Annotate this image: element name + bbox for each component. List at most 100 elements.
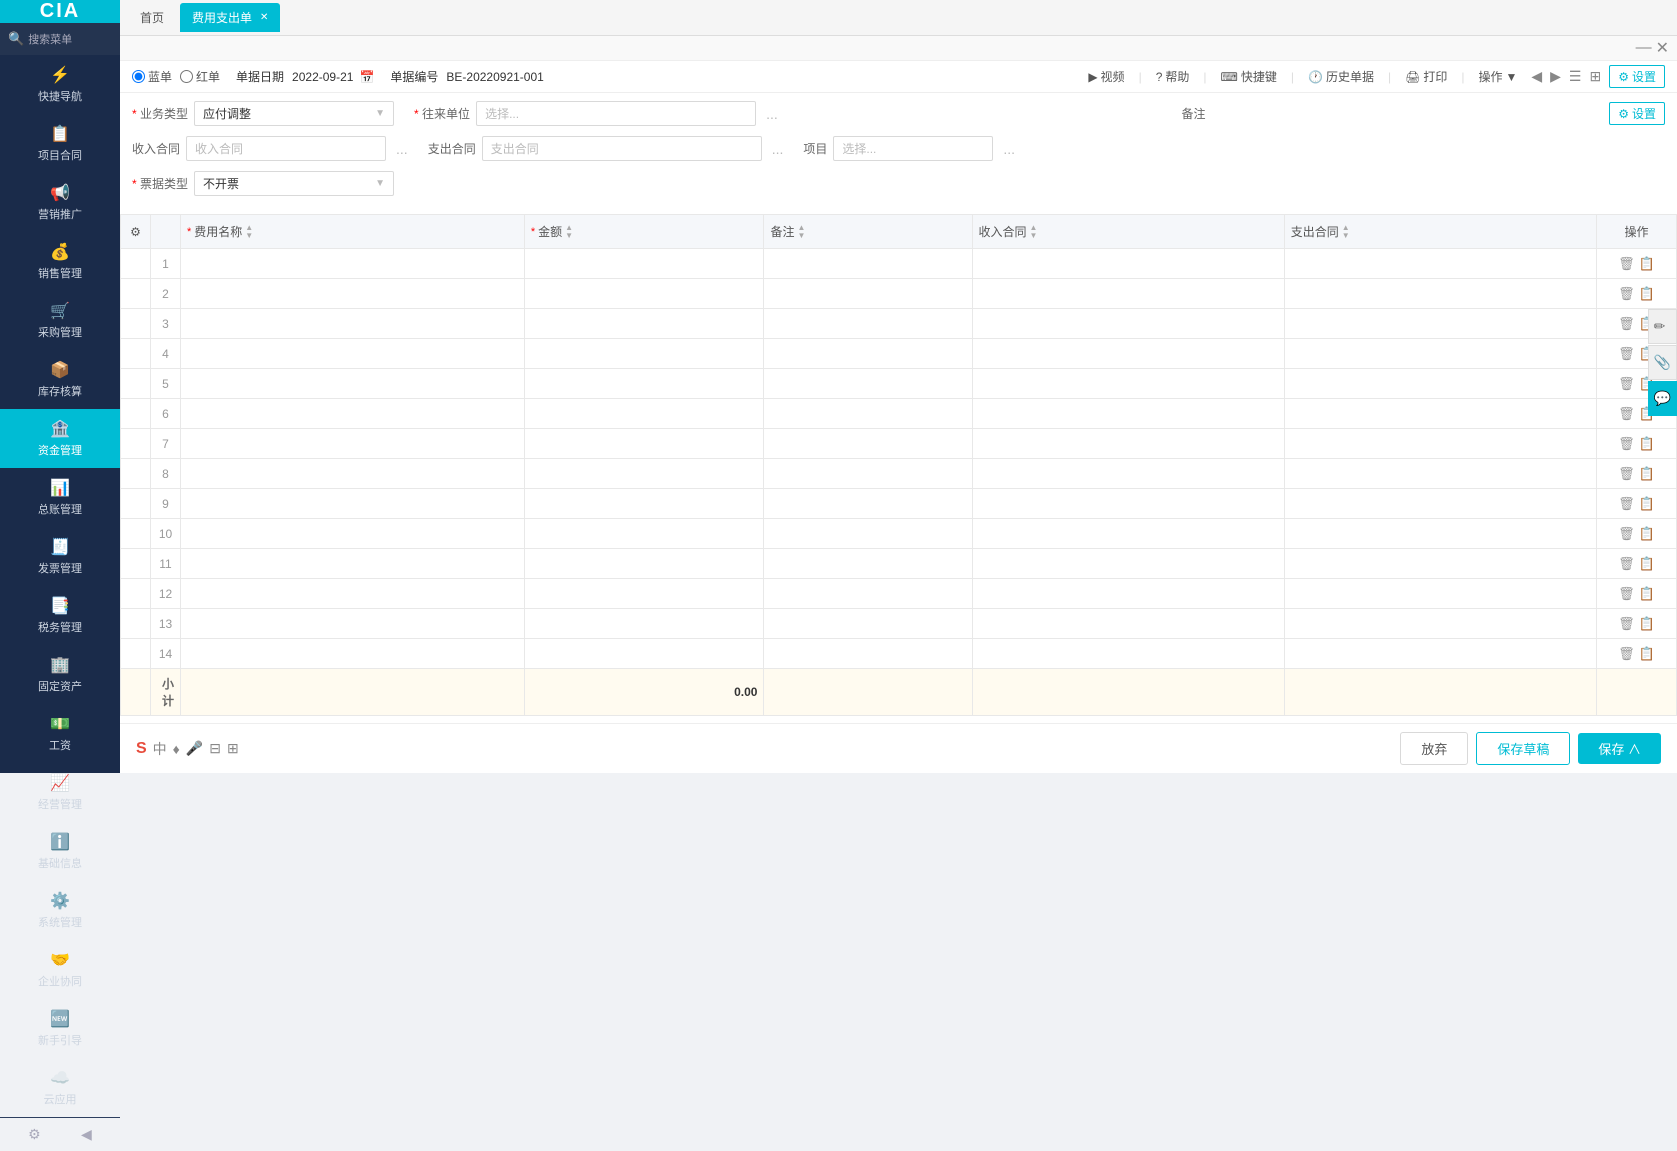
sidebar-item-procurement[interactable]: 🛒 采购管理	[0, 291, 120, 350]
save-button[interactable]: 保存 ∧	[1578, 733, 1661, 764]
note-cell[interactable]	[764, 399, 972, 429]
discard-button[interactable]: 放弃	[1400, 732, 1468, 765]
sidebar-item-new-guide[interactable]: 🆕 新手引导	[0, 999, 120, 1058]
expense-contract-cell[interactable]	[1284, 249, 1596, 279]
tab-home[interactable]: 首页	[128, 3, 176, 32]
amount-cell[interactable]	[524, 579, 764, 609]
income-contract-cell[interactable]	[972, 519, 1284, 549]
blue-bill-input[interactable]	[132, 70, 145, 83]
sidebar-item-quick-nav[interactable]: ⚡ 快捷导航	[0, 55, 120, 114]
expense-name-cell[interactable]	[181, 339, 525, 369]
row-delete-icon[interactable]: 🗑	[1618, 316, 1635, 332]
volume-icon[interactable]: ◀	[81, 1126, 92, 1143]
s-logo-icon[interactable]: S	[136, 740, 147, 758]
note-cell[interactable]	[764, 429, 972, 459]
expense-name-cell[interactable]	[181, 489, 525, 519]
income-contract-cell[interactable]	[972, 309, 1284, 339]
row-delete-icon[interactable]: 🗑	[1618, 376, 1635, 392]
sidebar-item-system[interactable]: ⚙️ 系统管理	[0, 881, 120, 940]
expense-contract-cell[interactable]	[1284, 459, 1596, 489]
col-note[interactable]: 备注 ▲▼	[764, 215, 972, 249]
note-cell[interactable]	[764, 519, 972, 549]
grid-icon[interactable]: ⊞	[227, 740, 239, 757]
sidebar-item-invoice[interactable]: 🧾 发票管理	[0, 527, 120, 586]
sidebar-item-tax[interactable]: 📑 税务管理	[0, 586, 120, 645]
settings-icon[interactable]: ⚙	[28, 1126, 41, 1143]
row-copy-icon[interactable]: 📋	[1639, 466, 1655, 482]
expense-name-cell[interactable]	[181, 549, 525, 579]
note-cell[interactable]	[764, 369, 972, 399]
income-contract-cell[interactable]	[972, 399, 1284, 429]
note-cell[interactable]	[764, 249, 972, 279]
project-select[interactable]: 选择...	[833, 136, 993, 161]
right-panel-chat[interactable]: 💬	[1648, 381, 1677, 416]
sidebar-search[interactable]: 🔍 搜索菜单	[0, 23, 120, 55]
income-contract-cell[interactable]	[972, 249, 1284, 279]
invoice-type-select[interactable]: 不开票 ▼	[194, 171, 394, 196]
sidebar-item-basic-info[interactable]: ℹ️ 基础信息	[0, 822, 120, 881]
expense-name-cell[interactable]	[181, 279, 525, 309]
income-contract-cell[interactable]	[972, 639, 1284, 669]
tab-expense[interactable]: 费用支出单 ✕	[180, 3, 280, 32]
row-delete-icon[interactable]: 🗑	[1618, 496, 1635, 512]
sidebar-item-accounting[interactable]: 📊 总账管理	[0, 468, 120, 527]
expense-contract-cell[interactable]	[1284, 429, 1596, 459]
note-cell[interactable]	[764, 459, 972, 489]
sort-arrows-expense[interactable]: ▲▼	[245, 224, 253, 240]
income-contract-cell[interactable]	[972, 279, 1284, 309]
row-delete-icon[interactable]: 🗑	[1618, 556, 1635, 572]
amount-cell[interactable]	[524, 639, 764, 669]
expense-contract-cell[interactable]	[1284, 639, 1596, 669]
col-settings[interactable]: ⚙	[121, 215, 151, 249]
history-button[interactable]: 🕐 历史单据	[1302, 65, 1380, 88]
income-contract-cell[interactable]	[972, 609, 1284, 639]
settings-button[interactable]: ⚙ 设置	[1609, 65, 1665, 88]
income-contract-cell[interactable]	[972, 429, 1284, 459]
action-button[interactable]: 操作 ▼	[1472, 65, 1523, 88]
close-icon[interactable]: ✕	[1656, 38, 1669, 58]
sidebar-item-cloud-apps[interactable]: ☁️ 云应用	[0, 1058, 120, 1117]
col-expense-name[interactable]: * 费用名称 ▲▼	[181, 215, 525, 249]
expense-contract-cell[interactable]	[1284, 609, 1596, 639]
grid-view-icon[interactable]: ⊞	[1589, 68, 1601, 85]
amount-cell[interactable]	[524, 519, 764, 549]
sidebar-item-funds[interactable]: 🏦 资金管理	[0, 409, 120, 468]
date-value[interactable]: 2022-09-21	[292, 70, 353, 84]
expense-contract-cell[interactable]	[1284, 339, 1596, 369]
expense-name-cell[interactable]	[181, 609, 525, 639]
income-contract-more-icon[interactable]: ...	[396, 141, 408, 157]
income-contract-cell[interactable]	[972, 339, 1284, 369]
note-cell[interactable]	[764, 309, 972, 339]
sort-arrows-amount[interactable]: ▲▼	[565, 224, 573, 240]
tab-expense-close[interactable]: ✕	[260, 12, 268, 23]
amount-cell[interactable]	[524, 489, 764, 519]
mic-icon[interactable]: 🎤	[186, 740, 203, 757]
print-button[interactable]: 🖨 打印	[1399, 65, 1453, 88]
note-cell[interactable]	[764, 609, 972, 639]
expense-name-cell[interactable]	[181, 459, 525, 489]
income-contract-cell[interactable]	[972, 459, 1284, 489]
note-cell[interactable]	[764, 639, 972, 669]
note-cell[interactable]	[764, 579, 972, 609]
row-copy-icon[interactable]: 📋	[1639, 436, 1655, 452]
right-panel-edit[interactable]: ✏	[1648, 309, 1677, 344]
next-nav-icon[interactable]: ▶	[1550, 68, 1561, 85]
income-contract-cell[interactable]	[972, 369, 1284, 399]
income-contract-select[interactable]: 收入合同	[186, 136, 386, 161]
expense-name-cell[interactable]	[181, 639, 525, 669]
amount-cell[interactable]	[524, 399, 764, 429]
amount-cell[interactable]	[524, 459, 764, 489]
income-contract-cell[interactable]	[972, 549, 1284, 579]
expense-contract-cell[interactable]	[1284, 369, 1596, 399]
sidebar-item-sales[interactable]: 💰 销售管理	[0, 232, 120, 291]
blue-bill-radio[interactable]: 蓝单	[132, 68, 172, 85]
sidebar-item-operations[interactable]: 📈 经营管理	[0, 763, 120, 822]
expense-contract-select[interactable]: 支出合同	[482, 136, 762, 161]
amount-cell[interactable]	[524, 339, 764, 369]
biz-type-select[interactable]: 应付调整 ▼	[194, 101, 394, 126]
expense-name-cell[interactable]	[181, 429, 525, 459]
note-cell[interactable]	[764, 279, 972, 309]
expense-name-cell[interactable]	[181, 369, 525, 399]
expense-name-cell[interactable]	[181, 519, 525, 549]
row-delete-icon[interactable]: 🗑	[1618, 646, 1635, 662]
